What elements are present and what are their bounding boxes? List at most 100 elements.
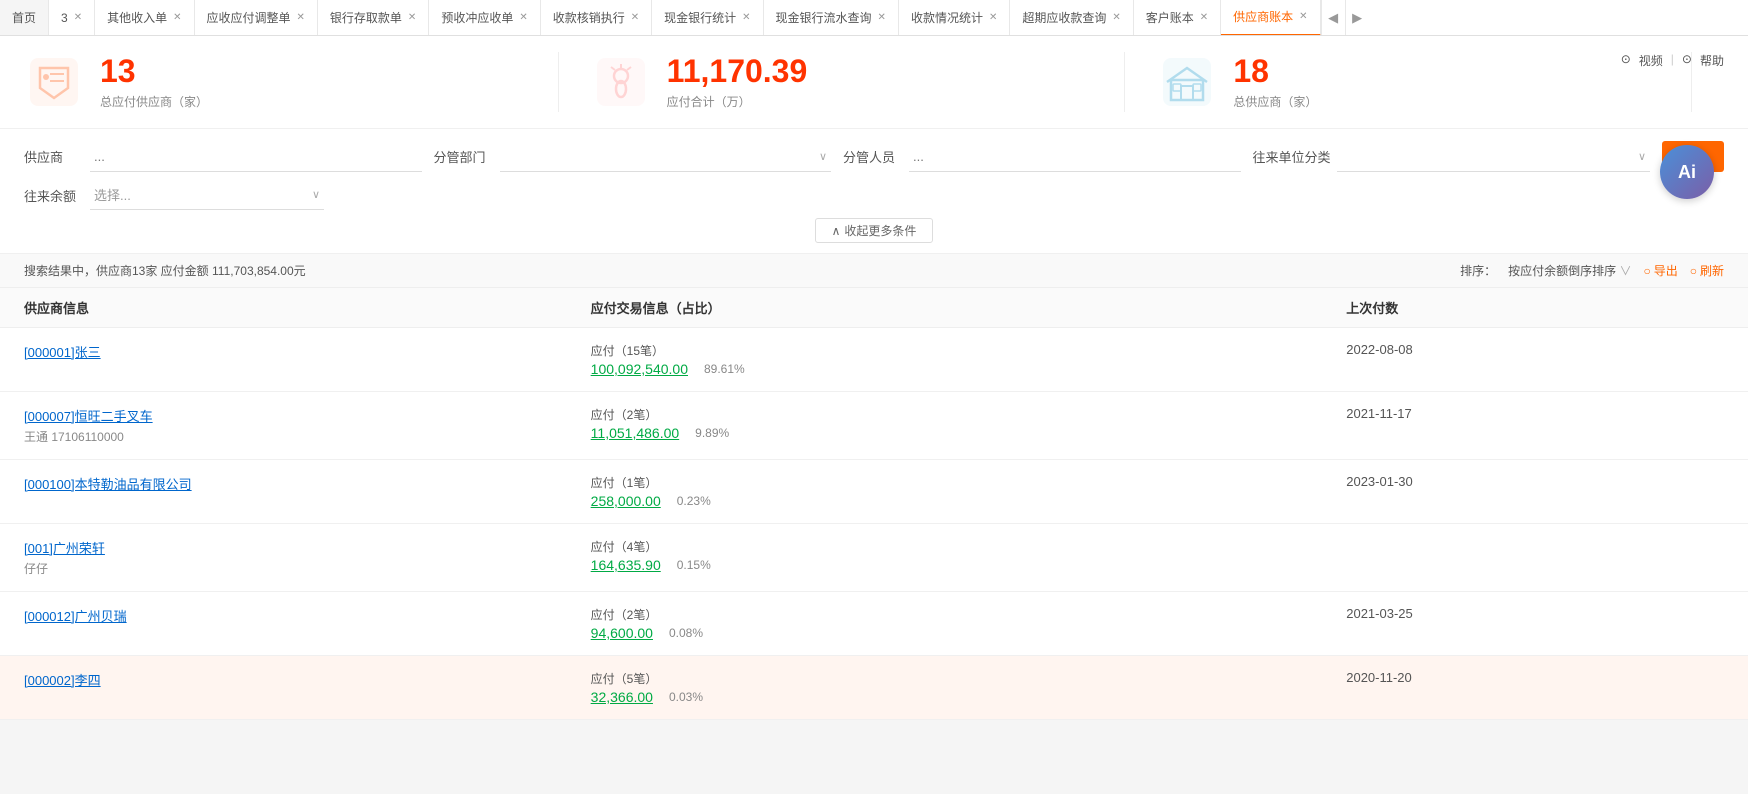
nav-tab-collect-stat-label: 收款情况统计	[911, 9, 983, 26]
tx-amount[interactable]: 94,600.00	[591, 625, 653, 641]
stat-total-suppliers-content: 18 总供应商（家）	[1233, 54, 1317, 110]
tx-label: 应付（2笔）	[591, 606, 1347, 623]
last-pay-date: 2023-01-30	[1346, 474, 1413, 489]
close-icon[interactable]: ✕	[878, 12, 886, 23]
table-row: [000012]广州贝瑞 应付（2笔） 94,600.00 0.08% 2021…	[0, 592, 1748, 656]
total-suppliers-number: 18	[1233, 54, 1317, 89]
data-table: 供应商信息 应付交易信息（占比） 上次付数 [000001]张三 应付（15笔）…	[0, 288, 1748, 720]
nav-tab-cash-stat[interactable]: 现金银行统计 ✕	[652, 0, 763, 36]
nav-prev-button[interactable]: ◀	[1321, 0, 1345, 36]
close-icon[interactable]: ✕	[408, 12, 416, 23]
nav-tab-prepay[interactable]: 预收冲应收单 ✕	[429, 0, 540, 36]
supplier-cell: [000100]本特勒油品有限公司	[24, 474, 591, 493]
last-pay-cell: 2021-03-25	[1346, 606, 1724, 621]
nav-tab-other-income[interactable]: 其他收入单 ✕	[95, 0, 194, 36]
col-supplier-header: 供应商信息	[24, 298, 591, 317]
tx-row: 94,600.00 0.08%	[591, 625, 1347, 641]
supplier-link[interactable]: [000100]本特勒油品有限公司	[24, 474, 591, 493]
person-input[interactable]	[909, 142, 1241, 172]
nav-tab-collect-stat[interactable]: 收款情况统计 ✕	[899, 0, 1010, 36]
tx-info: 应付（5笔） 32,366.00 0.03%	[591, 670, 1347, 705]
close-icon[interactable]: ✕	[297, 12, 305, 23]
nav-tab-cash-stat-label: 现金银行统计	[664, 9, 736, 26]
nav-tab-supplier-ledger[interactable]: 供应商账本 ✕	[1221, 0, 1320, 36]
tx-label: 应付（4笔）	[591, 538, 1347, 555]
last-pay-cell: 2023-01-30	[1346, 474, 1724, 489]
refresh-button[interactable]: ○ 刷新	[1690, 262, 1724, 279]
table-row: [000007]恒旺二手叉车 王通 17106110000 应付（2笔） 11,…	[0, 392, 1748, 460]
nav-tab-cash-flow[interactable]: 现金银行流水查询 ✕	[764, 0, 899, 36]
supplier-sub: 王通 17106110000	[24, 428, 591, 445]
payable-suppliers-number: 13	[100, 54, 208, 89]
tx-amount[interactable]: 11,051,486.00	[591, 425, 680, 441]
close-icon[interactable]: ✕	[1299, 11, 1307, 22]
supplier-link[interactable]: [001]广州荣轩	[24, 538, 591, 557]
supplier-link[interactable]: [000002]李四	[24, 670, 591, 689]
balance-select[interactable]: 选择... ∨	[90, 180, 324, 210]
divider: |	[1671, 52, 1674, 69]
tx-label: 应付（15笔）	[591, 342, 1347, 359]
close-icon[interactable]: ✕	[631, 12, 639, 23]
payable-total-number: 11,170.39	[667, 54, 808, 89]
tx-amount[interactable]: 258,000.00	[591, 493, 661, 509]
result-actions: 排序： 按应付余额倒序排序 ∨ ○ 导出 ○ 刷新	[1460, 262, 1724, 279]
nav-tab-adjust[interactable]: 应收应付调整单 ✕	[195, 0, 318, 36]
table-row: [000001]张三 应付（15笔） 100,092,540.00 89.61%…	[0, 328, 1748, 392]
supplier-link[interactable]: [000001]张三	[24, 342, 591, 361]
nav-tab-3[interactable]: 3 ✕	[49, 0, 95, 36]
stat-payable-suppliers-content: 13 总应付供应商（家）	[100, 54, 208, 110]
sort-button[interactable]: 按应付余额倒序排序 ∨	[1508, 262, 1631, 279]
store-icon	[1157, 52, 1217, 112]
close-icon[interactable]: ✕	[1200, 12, 1208, 23]
tx-amount[interactable]: 100,092,540.00	[591, 361, 688, 377]
tx-percent: 0.08%	[669, 626, 703, 640]
nav-tab-overdue[interactable]: 超期应收款查询 ✕	[1010, 0, 1133, 36]
person-filter: 分管人员	[843, 142, 1241, 172]
tx-percent: 0.15%	[677, 558, 711, 572]
chevron-down-icon: ∨	[1638, 150, 1646, 163]
tx-info: 应付（1笔） 258,000.00 0.23%	[591, 474, 1347, 509]
close-icon[interactable]: ✕	[989, 12, 997, 23]
supplier-link[interactable]: [000007]恒旺二手叉车	[24, 406, 591, 425]
nav-next-button[interactable]: ▶	[1345, 0, 1369, 36]
nav-tab-customer-ledger[interactable]: 客户账本 ✕	[1134, 0, 1221, 36]
nav-tab-overdue-label: 超期应收款查询	[1022, 9, 1106, 26]
tx-info: 应付（4笔） 164,635.90 0.15%	[591, 538, 1347, 573]
close-icon[interactable]: ✕	[173, 12, 181, 23]
supplier-link[interactable]: [000012]广州贝瑞	[24, 606, 591, 625]
category-select[interactable]: ∨	[1337, 142, 1650, 172]
tx-amount[interactable]: 164,635.90	[591, 557, 661, 573]
filter-bar: 供应商 分管部门 ∨ 分管人员 往来单位分类 ∨ 查询	[0, 128, 1748, 254]
stat-payable-total-content: 11,170.39 应付合计（万）	[667, 54, 808, 110]
nav-tab-cash-flow-label: 现金银行流水查询	[776, 9, 872, 26]
nav-tab-other-income-label: 其他收入单	[107, 9, 167, 26]
close-icon[interactable]: ✕	[74, 12, 82, 23]
nav-tab-supplier-ledger-label: 供应商账本	[1233, 8, 1293, 25]
stats-bar: 13 总应付供应商（家） 11,170.39 应付合计（万）	[0, 36, 1748, 128]
export-button[interactable]: ○ 导出	[1643, 262, 1677, 279]
nav-tab-home-label: 首页	[12, 9, 36, 26]
close-icon[interactable]: ✕	[1112, 12, 1120, 23]
video-link[interactable]: 视频	[1639, 52, 1663, 69]
last-pay-date: 2021-03-25	[1346, 606, 1413, 621]
nav-tab-home[interactable]: 首页	[0, 0, 49, 36]
supplier-input[interactable]	[90, 142, 422, 172]
chevron-down-icon: ∨	[312, 188, 320, 201]
collapse-button[interactable]: ∧ 收起更多条件	[815, 218, 934, 243]
last-pay-date: 2021-11-17	[1346, 406, 1412, 421]
payable-total-label: 应付合计（万）	[667, 93, 808, 110]
dept-select[interactable]: ∨	[500, 142, 832, 172]
tx-amount[interactable]: 32,366.00	[591, 689, 653, 705]
transaction-cell: 应付（1笔） 258,000.00 0.23%	[591, 474, 1347, 509]
category-filter: 往来单位分类 ∨	[1253, 142, 1651, 172]
nav-tab-bank[interactable]: 银行存取款单 ✕	[318, 0, 429, 36]
ai-button[interactable]: Ai	[1660, 145, 1714, 199]
help-link[interactable]: 帮助	[1700, 52, 1724, 69]
person-filter-label: 分管人员	[843, 147, 903, 166]
nav-tab-collection[interactable]: 收款核销执行 ✕	[541, 0, 652, 36]
last-pay-cell: 2022-08-08	[1346, 342, 1724, 357]
close-icon[interactable]: ✕	[742, 12, 750, 23]
chevron-down-icon: ∨	[819, 150, 827, 163]
stat-total-suppliers: 18 总供应商（家）	[1157, 52, 1692, 112]
close-icon[interactable]: ✕	[519, 12, 527, 23]
